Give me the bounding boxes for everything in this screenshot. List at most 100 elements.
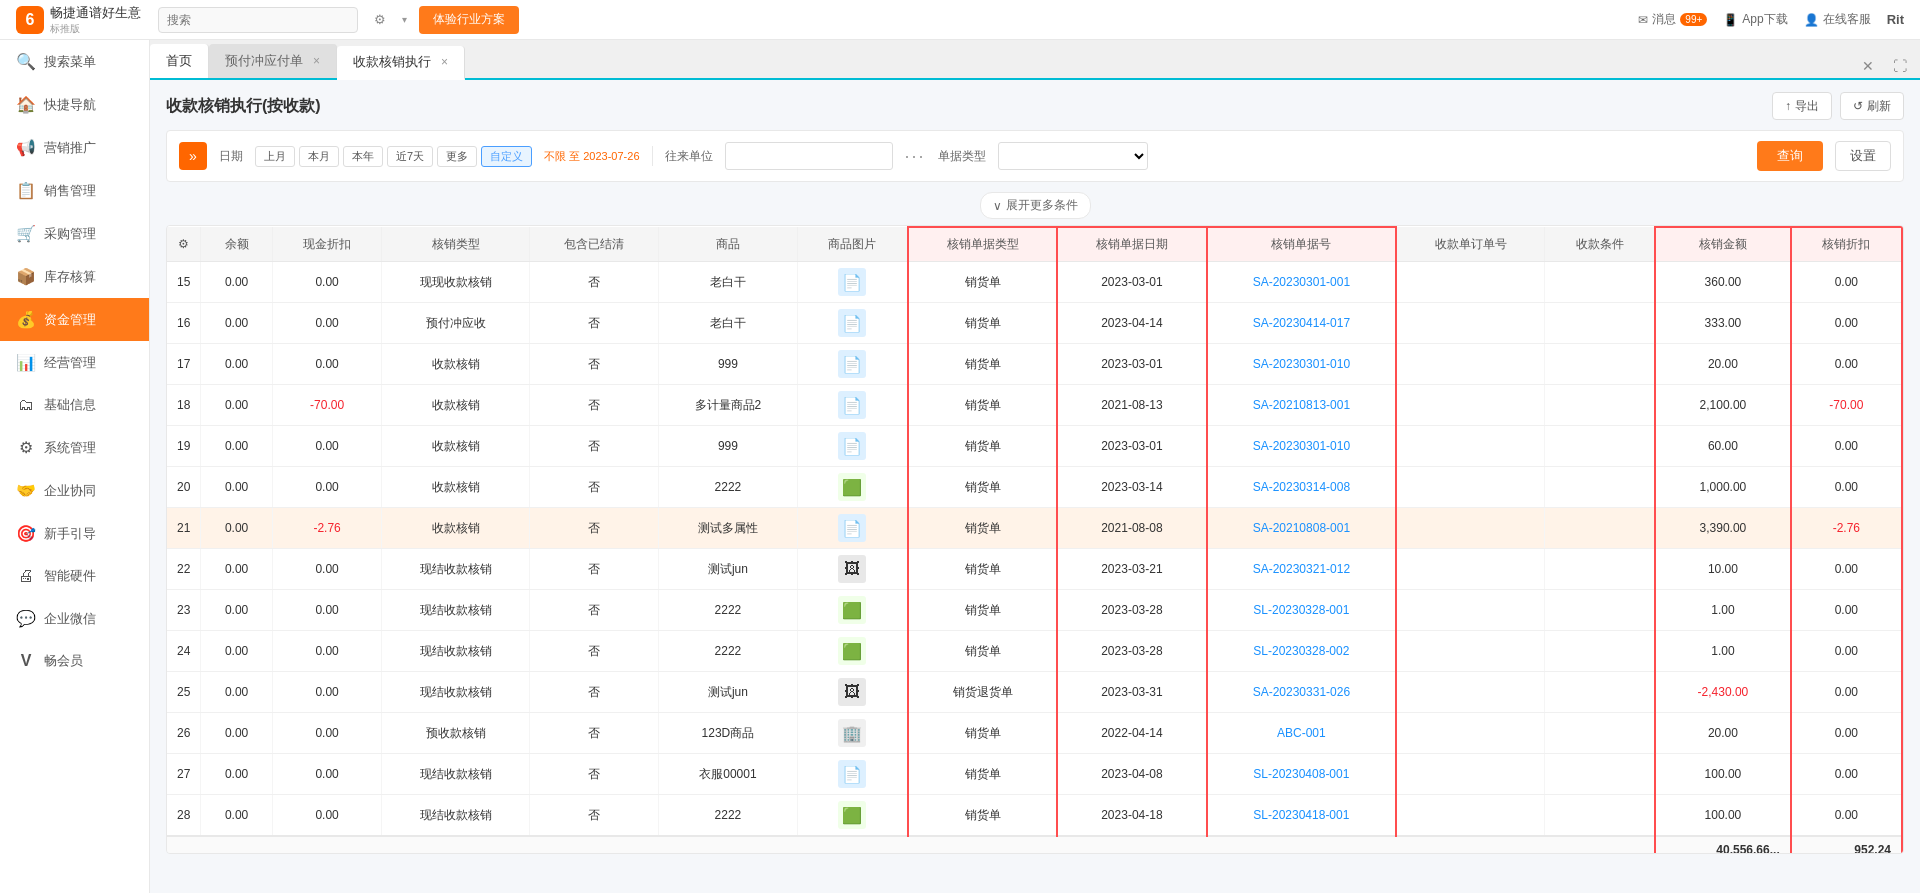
cell-verify-type: 收款核销 — [382, 426, 530, 467]
sidebar-item-base-info[interactable]: 🗂 基础信息 — [0, 384, 149, 426]
sidebar-item-purchase[interactable]: 🛒 采购管理 — [0, 212, 149, 255]
filter-expand-button[interactable]: » — [179, 142, 207, 170]
online-service-button[interactable]: 👤 在线客服 — [1804, 11, 1871, 28]
date-custom-button[interactable]: 自定义 — [481, 146, 532, 167]
single-type-select[interactable] — [998, 142, 1148, 170]
finance-icon: 💰 — [16, 310, 36, 329]
sidebar-item-label: 企业协同 — [44, 482, 96, 500]
refresh-icon: ↺ — [1853, 99, 1863, 113]
sidebar-item-finance[interactable]: 💰 资金管理 — [0, 298, 149, 341]
verify-bill-link[interactable]: SA-20210808-001 — [1253, 521, 1350, 535]
cell-receipt-condition — [1545, 344, 1655, 385]
cell-include-settled: 否 — [530, 508, 659, 549]
th-settings[interactable]: ⚙ — [167, 227, 201, 262]
message-icon: ✉ — [1638, 13, 1648, 27]
setting-button[interactable]: 设置 — [1835, 141, 1891, 171]
close-window-button[interactable]: ✕ — [1856, 54, 1880, 78]
cell-product-img: 🏢 — [798, 713, 908, 754]
messages-button[interactable]: ✉ 消息 99+ — [1638, 11, 1707, 28]
sidebar-item-collab[interactable]: 🤝 企业协同 — [0, 469, 149, 512]
verify-bill-link[interactable]: SL-20230418-001 — [1253, 808, 1349, 822]
cell-product: 多计量商品2 — [658, 385, 797, 426]
from-unit-input[interactable] — [725, 142, 893, 170]
verify-bill-link[interactable]: SL-20230328-001 — [1253, 603, 1349, 617]
cell-verify-bill-type: 销货单 — [908, 303, 1057, 344]
tab-receipt-verify-close[interactable]: × — [441, 55, 448, 69]
sidebar-item-quicknav[interactable]: 🏠 快捷导航 — [0, 83, 149, 126]
tab-prepay-close[interactable]: × — [313, 54, 320, 68]
cell-product: 999 — [658, 344, 797, 385]
cell-cash-discount: 0.00 — [272, 549, 382, 590]
cell-product-img: 📄 — [798, 385, 908, 426]
industry-solution-button[interactable]: 体验行业方案 — [419, 6, 519, 34]
logo-area: 6 畅捷通谱好生意 标推版 — [16, 4, 146, 36]
sidebar-item-wechat[interactable]: 💬 企业微信 — [0, 597, 149, 640]
cell-id: 22 — [167, 549, 201, 590]
table-row: 24 0.00 0.00 现结收款核销 否 2222 🟩 销货单 2023-03… — [167, 631, 1902, 672]
sidebar-item-marketing[interactable]: 📢 营销推广 — [0, 126, 149, 169]
expand-more-button[interactable]: ∨ 展开更多条件 — [980, 192, 1091, 219]
chevron-down-icon[interactable]: ▾ — [402, 14, 407, 25]
refresh-button[interactable]: ↺ 刷新 — [1840, 92, 1904, 120]
sidebar-item-management[interactable]: 📊 经营管理 — [0, 341, 149, 384]
export-icon: ↑ — [1785, 99, 1791, 113]
tab-receipt-verify[interactable]: 收款核销执行 × — [337, 46, 465, 80]
tab-prepay[interactable]: 预付冲应付单 × — [209, 44, 337, 78]
query-button[interactable]: 查询 — [1757, 141, 1823, 171]
verify-bill-link[interactable]: SA-20210813-001 — [1253, 398, 1350, 412]
sidebar-item-label: 基础信息 — [44, 396, 96, 414]
cell-verify-bill-date: 2023-03-14 — [1057, 467, 1206, 508]
user-avatar[interactable]: Rit — [1887, 12, 1904, 27]
sidebar-item-system[interactable]: ⚙ 系统管理 — [0, 426, 149, 469]
verify-bill-link[interactable]: ABC-001 — [1277, 726, 1326, 740]
guide-icon: 🎯 — [16, 524, 36, 543]
expand-window-button[interactable]: ⛶ — [1888, 54, 1912, 78]
sidebar-item-member[interactable]: V 畅会员 — [0, 640, 149, 682]
search-input[interactable] — [158, 7, 358, 33]
verify-bill-link[interactable]: SA-20230301-001 — [1253, 275, 1350, 289]
cell-verify-bill-no: SA-20230301-010 — [1207, 426, 1397, 467]
verify-bill-link[interactable]: SA-20230301-010 — [1253, 439, 1350, 453]
cell-receipt-order-no — [1396, 303, 1545, 344]
cell-id: 18 — [167, 385, 201, 426]
verify-bill-link[interactable]: SA-20230414-017 — [1253, 316, 1350, 330]
app-download-button[interactable]: 📱 App下载 — [1723, 11, 1787, 28]
table-row: 26 0.00 0.00 预收款核销 否 123D商品 🏢 销货单 2022-0… — [167, 713, 1902, 754]
sidebar-item-sales[interactable]: 📋 销售管理 — [0, 169, 149, 212]
cell-cash-discount: 0.00 — [272, 631, 382, 672]
sidebar-item-inventory[interactable]: 📦 库存核算 — [0, 255, 149, 298]
cell-verify-bill-date: 2023-03-01 — [1057, 262, 1206, 303]
cell-verify-type: 现结收款核销 — [382, 631, 530, 672]
table-row: 23 0.00 0.00 现结收款核销 否 2222 🟩 销货单 2023-03… — [167, 590, 1902, 631]
sidebar-item-hardware[interactable]: 🖨 智能硬件 — [0, 555, 149, 597]
verify-bill-link[interactable]: SA-20230314-008 — [1253, 480, 1350, 494]
date-more-button[interactable]: 更多 — [437, 146, 477, 167]
verify-bill-link[interactable]: SL-20230328-002 — [1253, 644, 1349, 658]
expand-icon: ∨ — [993, 199, 1002, 213]
date-last-month-button[interactable]: 上月 — [255, 146, 295, 167]
verify-bill-link[interactable]: SA-20230321-012 — [1253, 562, 1350, 576]
cell-verify-bill-date: 2023-03-01 — [1057, 426, 1206, 467]
tab-home[interactable]: 首页 — [150, 44, 209, 78]
sidebar-item-search[interactable]: 🔍 搜索菜单 — [0, 40, 149, 83]
cell-verify-bill-type: 销货单 — [908, 426, 1057, 467]
sidebar-item-guide[interactable]: 🎯 新手引导 — [0, 512, 149, 555]
verify-bill-link[interactable]: SL-20230408-001 — [1253, 767, 1349, 781]
cell-balance: 0.00 — [201, 262, 272, 303]
verify-bill-link[interactable]: SA-20230331-026 — [1253, 685, 1350, 699]
cell-verify-type: 收款核销 — [382, 385, 530, 426]
logo-icon: 6 — [16, 6, 44, 34]
cell-verify-discount: 0.00 — [1791, 590, 1902, 631]
date-this-year-button[interactable]: 本年 — [343, 146, 383, 167]
cell-id: 23 — [167, 590, 201, 631]
export-button[interactable]: ↑ 导出 — [1772, 92, 1832, 120]
verify-bill-link[interactable]: SA-20230301-010 — [1253, 357, 1350, 371]
sidebar-item-label: 智能硬件 — [44, 567, 96, 585]
date-7days-button[interactable]: 近7天 — [387, 146, 433, 167]
cell-balance: 0.00 — [201, 467, 272, 508]
gear-icon[interactable]: ⚙ — [370, 10, 390, 30]
app-download-label: App下载 — [1742, 11, 1787, 28]
cell-product-img: 📄 — [798, 303, 908, 344]
date-this-month-button[interactable]: 本月 — [299, 146, 339, 167]
main-layout: 🔍 搜索菜单 🏠 快捷导航 📢 营销推广 📋 销售管理 🛒 采购管理 📦 库存核… — [0, 40, 1920, 893]
